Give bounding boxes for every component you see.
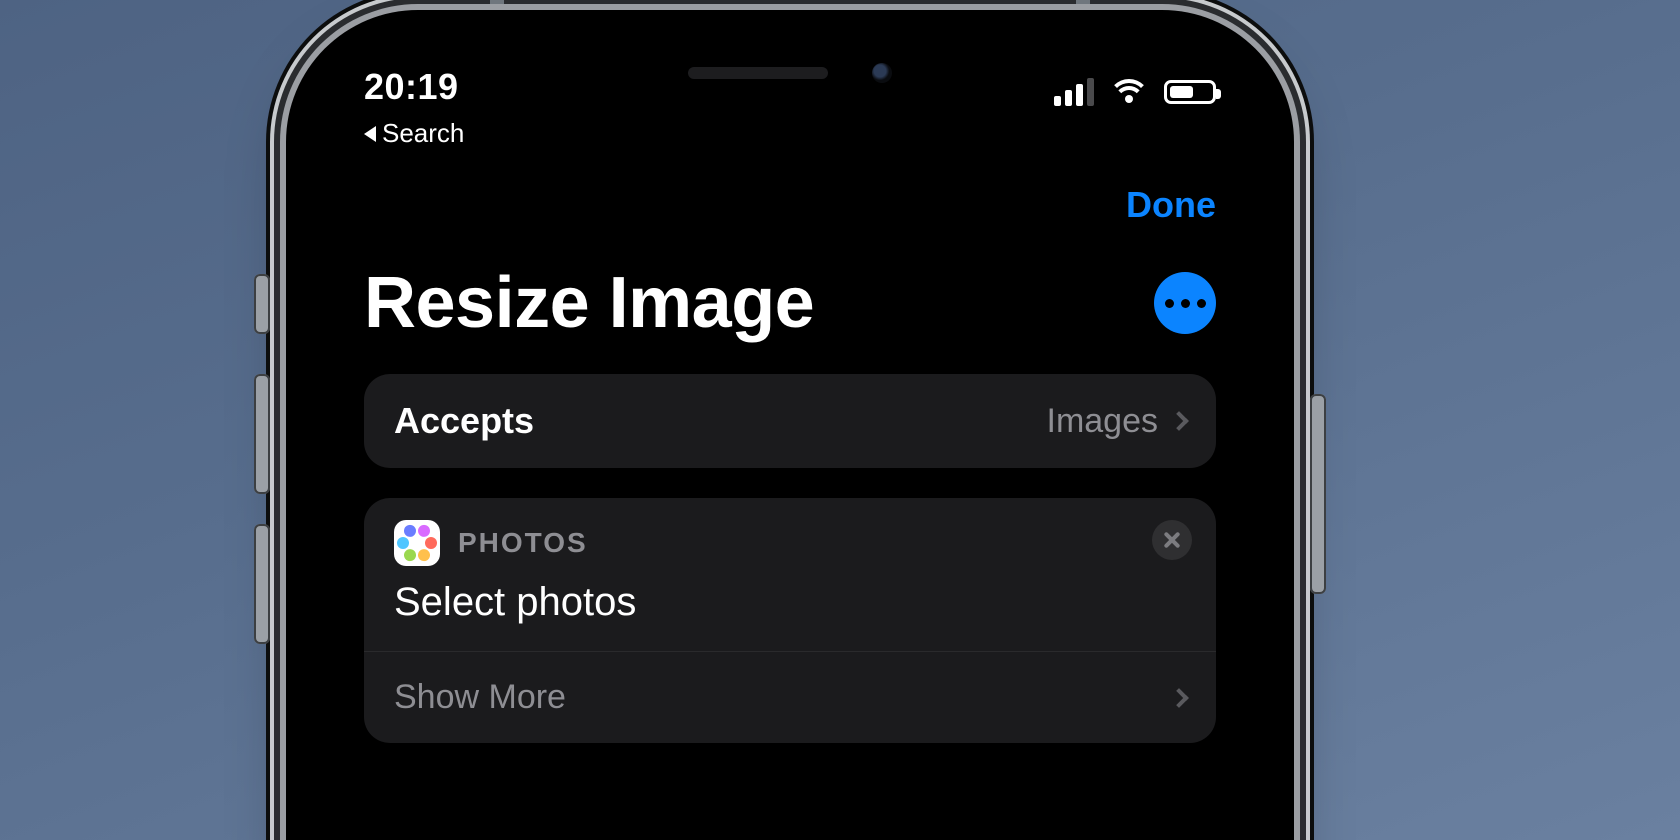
accepts-value: Images: [1047, 402, 1159, 441]
wifi-icon: [1112, 79, 1146, 105]
mute-switch: [254, 274, 270, 334]
ellipsis-icon: [1181, 299, 1190, 308]
page-header: Resize Image: [320, 262, 1260, 344]
accepts-card: Accepts Images: [364, 374, 1216, 468]
nav-bar: Done: [320, 184, 1260, 226]
antenna-band: [490, 0, 504, 4]
accepts-label: Accepts: [394, 400, 534, 442]
breadcrumb-label: Search: [382, 118, 464, 149]
volume-up-button: [254, 374, 270, 494]
phone-frame: 20:19 Search Done Resize Image: [290, 14, 1290, 840]
notch: [555, 44, 1025, 102]
front-camera: [872, 63, 892, 83]
volume-down-button: [254, 524, 270, 644]
show-more-row[interactable]: Show More: [364, 651, 1216, 743]
action-card-photos: PHOTOS Select photos Show More: [364, 498, 1216, 743]
cellular-signal-icon: [1054, 78, 1094, 106]
clock: 20:19: [364, 66, 584, 108]
done-button[interactable]: Done: [1126, 184, 1216, 226]
page-title: Resize Image: [364, 262, 814, 344]
photos-app-icon: [394, 520, 440, 566]
action-app-name: PHOTOS: [458, 527, 588, 559]
ellipsis-icon: [1165, 299, 1174, 308]
delete-action-button[interactable]: [1152, 520, 1192, 560]
wallpaper: 20:19 Search Done Resize Image: [0, 0, 1680, 840]
show-more-label: Show More: [394, 678, 566, 717]
antenna-band: [1076, 0, 1090, 4]
breadcrumb-back[interactable]: Search: [364, 118, 584, 149]
earpiece-speaker: [688, 67, 828, 79]
back-triangle-icon: [364, 126, 376, 142]
power-button: [1310, 394, 1326, 594]
chevron-right-icon: [1169, 688, 1189, 708]
battery-icon: [1164, 80, 1216, 104]
ellipsis-icon: [1197, 299, 1206, 308]
action-title[interactable]: Select photos: [394, 580, 1186, 625]
accepts-row[interactable]: Accepts Images: [364, 374, 1216, 468]
screen: 20:19 Search Done Resize Image: [320, 44, 1260, 840]
chevron-right-icon: [1169, 411, 1189, 431]
more-button[interactable]: [1154, 272, 1216, 334]
